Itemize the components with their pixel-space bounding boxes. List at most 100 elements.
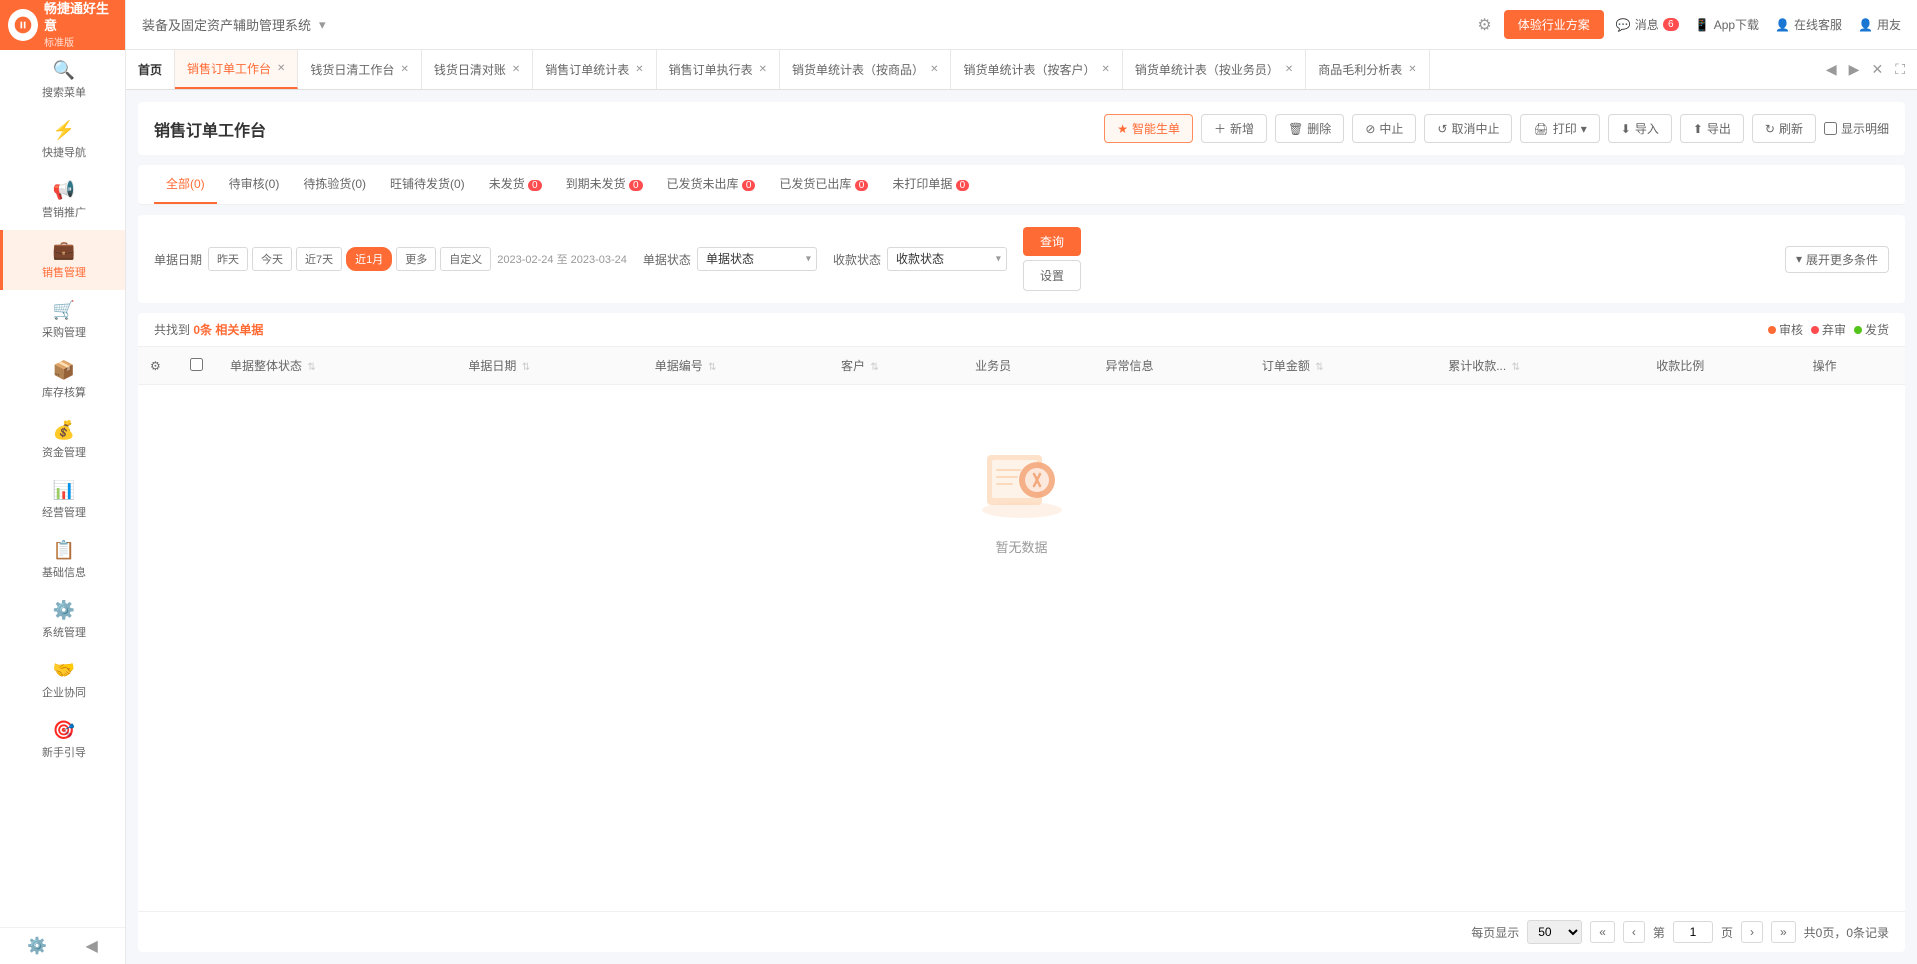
user-button[interactable]: 👤 用友: [1858, 16, 1901, 33]
sidebar-item-quick-nav[interactable]: ⚡ 快捷导航: [0, 110, 125, 170]
app-download-button[interactable]: 📱 App下载: [1695, 16, 1759, 33]
sub-tab-all[interactable]: 全部(0): [154, 165, 217, 204]
tab-sales-exec[interactable]: 销售订单执行表 ✕: [657, 50, 780, 89]
ship-action-btn[interactable]: 发货: [1854, 321, 1889, 338]
sub-tab-pending-pickup[interactable]: 待拣验货(0): [291, 165, 378, 204]
sub-tab-shipped-not-warehouse[interactable]: 已发货未出库 0: [655, 165, 768, 204]
export-button[interactable]: ⬆ 导出: [1680, 114, 1744, 143]
tab-cash-daily[interactable]: 钱货日清工作台 ✕: [298, 50, 421, 89]
tab-sales-summary-customer[interactable]: 销货单统计表（按客户） ✕: [951, 50, 1122, 89]
header-settings-icon[interactable]: ⚙: [1477, 15, 1491, 35]
sidebar-item-search[interactable]: 🔍 搜索菜单: [0, 50, 125, 110]
date-1month-btn[interactable]: 近1月: [346, 247, 392, 271]
tab-sales-exec-close[interactable]: ✕: [759, 64, 767, 75]
tab-next-button[interactable]: ▶: [1845, 59, 1864, 80]
tab-home[interactable]: 首页: [126, 50, 175, 89]
tab-product-close[interactable]: ✕: [930, 64, 938, 75]
sub-tab-not-printed[interactable]: 未打印单据 0: [880, 165, 981, 204]
audit-action-btn[interactable]: 审核: [1768, 321, 1803, 338]
sub-tab-pending-audit[interactable]: 待审核(0): [217, 165, 292, 204]
tab-prev-button[interactable]: ◀: [1822, 59, 1841, 80]
tab-fullscreen-button[interactable]: ⛶: [1891, 59, 1909, 80]
col-check: [178, 347, 218, 385]
col-customer-sort[interactable]: ⇅: [870, 362, 878, 373]
tab-sales-summary-staff[interactable]: 销货单统计表（按业务员） ✕: [1123, 50, 1306, 89]
sidebar-item-guide[interactable]: 🎯 新手引导: [0, 710, 125, 770]
tab-staff-close[interactable]: ✕: [1285, 64, 1293, 75]
date-7days-btn[interactable]: 近7天: [296, 247, 342, 271]
tab-gross-profit-close[interactable]: ✕: [1408, 64, 1416, 75]
cancel-stop-button[interactable]: ↺ 取消中止: [1424, 114, 1512, 143]
col-amount-sort[interactable]: ⇅: [1315, 362, 1323, 373]
page-size-select[interactable]: 50 10 20 100: [1527, 920, 1582, 944]
delete-button[interactable]: 🗑 删除: [1275, 114, 1344, 143]
col-collected-sort[interactable]: ⇅: [1512, 362, 1520, 373]
sub-tab-shipped-warehoused[interactable]: 已发货已出库 0: [767, 165, 880, 204]
first-page-button[interactable]: «: [1590, 921, 1615, 943]
message-button[interactable]: 💬 消息 6: [1616, 16, 1679, 33]
sub-tab-not-shipped[interactable]: 未发货 0: [477, 165, 554, 204]
tab-close-all-button[interactable]: ✕: [1867, 59, 1887, 80]
tab-gross-profit[interactable]: 商品毛利分析表 ✕: [1306, 50, 1429, 89]
date-more-btn[interactable]: 更多: [396, 247, 436, 271]
select-all-checkbox[interactable]: [190, 358, 203, 371]
horizontal-scrollbar[interactable]: [138, 899, 1905, 911]
show-detail-checkbox[interactable]: [1824, 122, 1837, 135]
sidebar-item-system[interactable]: ⚙️ 系统管理: [0, 590, 125, 650]
print-button[interactable]: 🖨 打印 ▾: [1520, 114, 1599, 143]
dropdown-arrow-icon[interactable]: ▾: [319, 17, 326, 33]
add-button[interactable]: ＋ 新增: [1201, 114, 1267, 143]
next-page-button[interactable]: ›: [1741, 921, 1763, 943]
sub-tab-overdue-not-shipped[interactable]: 到期未发货 0: [554, 165, 655, 204]
tab-sales-workbench[interactable]: 销售订单工作台 ✕: [175, 50, 298, 89]
system-icon: ⚙️: [53, 600, 75, 621]
scroll-inner: [138, 899, 1905, 900]
payment-select[interactable]: 收款状态: [887, 247, 1007, 271]
tab-sales-stat[interactable]: 销售订单统计表 ✕: [533, 50, 656, 89]
status-select[interactable]: 单据状态: [697, 247, 817, 271]
col-status-sort[interactable]: ⇅: [307, 362, 315, 373]
tab-customer-close[interactable]: ✕: [1101, 64, 1109, 75]
show-detail-label[interactable]: 显示明细: [1824, 120, 1889, 137]
table-scroll[interactable]: ⚙ 单据整体状态 ⇅ 单据日期 ⇅: [138, 347, 1905, 899]
stop-button[interactable]: ⊘ 中止: [1352, 114, 1416, 143]
cancel-stop-label: 取消中止: [1451, 120, 1499, 137]
tab-sales-summary-product[interactable]: 销货单统计表（按商品） ✕: [780, 50, 951, 89]
smart-create-button[interactable]: ★ 智能生单: [1104, 114, 1193, 143]
settings-col-icon[interactable]: ⚙: [150, 359, 161, 373]
tab-cash-reconcile[interactable]: 钱货日清对账 ✕: [422, 50, 533, 89]
last-page-button[interactable]: »: [1771, 921, 1796, 943]
refresh-button[interactable]: ↻ 刷新: [1752, 114, 1816, 143]
import-button[interactable]: ⬇ 导入: [1608, 114, 1672, 143]
tab-cash-reconcile-close[interactable]: ✕: [512, 64, 520, 75]
sidebar-item-enterprise[interactable]: 🤝 企业协同: [0, 650, 125, 710]
sidebar-item-inventory[interactable]: 📦 库存核算: [0, 350, 125, 410]
settings-bottom-icon[interactable]: ⚙️: [27, 936, 47, 956]
sidebar-item-operation[interactable]: 📊 经营管理: [0, 470, 125, 530]
sub-tab-wangpu[interactable]: 旺铺待发货(0): [378, 165, 477, 204]
settings-set-button[interactable]: 设置: [1023, 260, 1081, 291]
query-button[interactable]: 查询: [1023, 227, 1081, 256]
cancel-audit-action-btn[interactable]: 弃审: [1811, 321, 1846, 338]
prev-page-button[interactable]: ‹: [1623, 921, 1645, 943]
sidebar-item-marketing[interactable]: 📢 营销推广: [0, 170, 125, 230]
sidebar-item-sales[interactable]: 💼 销售管理: [0, 230, 125, 290]
date-today-btn[interactable]: 今天: [252, 247, 292, 271]
table-toolbar: 共找到 0条 相关单据 审核 弃审 发货: [138, 313, 1905, 347]
sidebar-item-basic[interactable]: 📋 基础信息: [0, 530, 125, 590]
tab-sales-workbench-close[interactable]: ✕: [277, 63, 285, 74]
tab-cash-daily-close[interactable]: ✕: [400, 64, 408, 75]
sidebar-label-enterprise: 企业协同: [42, 684, 86, 700]
sidebar-item-finance[interactable]: 💰 资金管理: [0, 410, 125, 470]
date-yesterday-btn[interactable]: 昨天: [208, 247, 248, 271]
col-number-sort[interactable]: ⇅: [708, 362, 716, 373]
collapse-icon[interactable]: ◀: [85, 936, 97, 956]
tab-sales-stat-close[interactable]: ✕: [635, 64, 643, 75]
expand-filter-button[interactable]: ▾ 展开更多条件: [1785, 246, 1889, 273]
online-service-button[interactable]: 👤 在线客服: [1775, 16, 1842, 33]
industry-button[interactable]: 体验行业方案: [1504, 10, 1604, 39]
sidebar-item-purchase[interactable]: 🛒 采购管理: [0, 290, 125, 350]
col-date-sort[interactable]: ⇅: [522, 362, 530, 373]
page-number-input[interactable]: [1673, 921, 1713, 943]
date-custom-btn[interactable]: 自定义: [440, 247, 491, 271]
